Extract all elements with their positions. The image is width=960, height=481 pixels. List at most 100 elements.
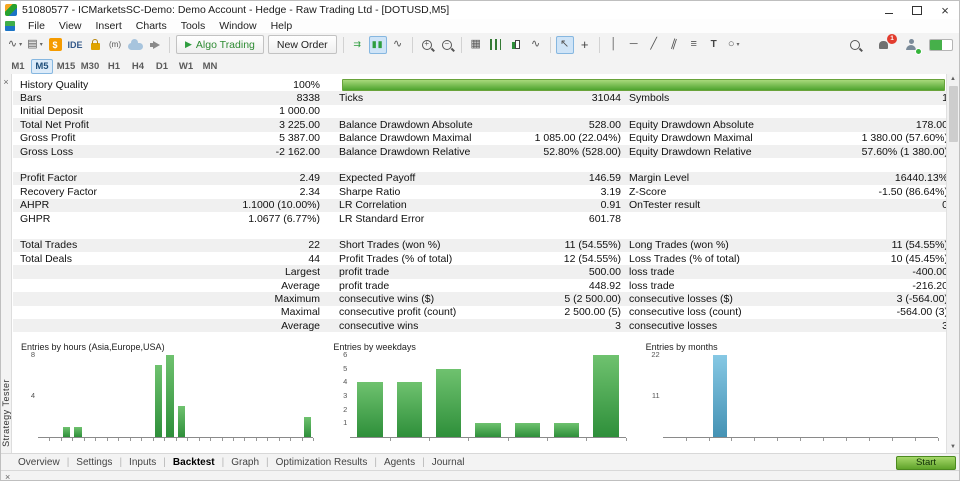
timeframe-m30[interactable]: M30	[79, 59, 101, 74]
menu-charts[interactable]: Charts	[129, 20, 174, 32]
chart-mode-dropdown[interactable]: ∿ ▾	[6, 36, 24, 54]
minus-glyph: −	[444, 38, 449, 48]
toolbox-close-icon[interactable]: ×	[5, 472, 10, 480]
tab-settings[interactable]: Settings	[69, 457, 119, 468]
stat-label: profit trade	[339, 266, 390, 279]
candlestick-button[interactable]	[507, 36, 525, 54]
stat-value: -400.00	[912, 266, 946, 279]
x-axis-tick	[129, 438, 131, 441]
x-axis-tick	[95, 438, 97, 441]
menu-help[interactable]: Help	[264, 20, 300, 32]
chart-bar	[475, 423, 501, 437]
zoom-out-button[interactable]: −	[438, 36, 456, 54]
chart-bar	[166, 355, 174, 437]
timeframe-h1[interactable]: H1	[103, 59, 125, 74]
timeframe-mn[interactable]: MN	[199, 59, 221, 74]
stat-value: 1 380.00 (57.60%)	[861, 132, 946, 145]
text-tool-button[interactable]: T	[705, 36, 723, 54]
tab-overview[interactable]: Overview	[11, 457, 67, 468]
algo-trading-button[interactable]: ▶ Algo Trading	[176, 35, 264, 54]
vertical-line-button[interactable]: │	[605, 36, 623, 54]
start-button[interactable]: Start	[896, 455, 956, 470]
scroll-up-icon[interactable]: ▲	[950, 74, 956, 85]
stat-value: 2.49	[299, 172, 320, 185]
line-studies-button[interactable]: ∿	[389, 36, 407, 54]
tester-tabs: Overview | Settings | Inputs | Backtest | Graph |…	[1, 457, 472, 468]
cloud-button[interactable]	[126, 36, 144, 54]
close-button[interactable]: ×	[931, 1, 959, 19]
tile-windows-button[interactable]: ▦	[467, 36, 485, 54]
notifications-button[interactable]: 1	[874, 33, 897, 54]
menu-view[interactable]: View	[52, 20, 89, 32]
channel-button[interactable]: ∥	[665, 36, 683, 54]
megaphone-icon	[150, 40, 160, 49]
timeframe-m15[interactable]: M15	[55, 59, 77, 74]
crosshair-button[interactable]: +	[576, 36, 594, 54]
stat-label: Total Deals	[20, 252, 72, 265]
timeframe-m1[interactable]: M1	[7, 59, 29, 74]
chart-profile-dropdown[interactable]: ▤ ▾	[26, 36, 44, 54]
chart-bar	[554, 423, 580, 437]
backtest-content: History Quality 100% Bars 8338 Ticks 31044 Sym…	[13, 74, 946, 453]
new-order-button[interactable]: New Order	[267, 35, 337, 54]
panel-close-icon[interactable]: ×	[3, 77, 8, 87]
news-button[interactable]	[146, 36, 164, 54]
chart-window-icon[interactable]	[5, 21, 15, 31]
chart-bar	[154, 365, 163, 437]
stat-label: Sharpe Ratio	[339, 185, 401, 198]
indicator-windows-button[interactable]: ▮▮	[368, 35, 387, 54]
stats-row: Recovery Factor 2.34 Sharpe Ratio 3.19 Z-Sco…	[13, 185, 946, 198]
stat-value: 11 (54.55%)	[891, 239, 946, 252]
stat-value: 12 (54.55%)	[563, 252, 621, 265]
dollar-button[interactable]: $	[46, 36, 64, 54]
vertical-scrollbar[interactable]: ▲ ▼	[946, 74, 959, 453]
timeframe-m5[interactable]: M5	[31, 59, 53, 74]
chart-bar	[514, 423, 540, 437]
x-axis-tick	[586, 438, 588, 441]
stat-value: 2 500.00 (5)	[564, 306, 621, 319]
x-axis-tick	[83, 438, 85, 441]
menu-window[interactable]: Window	[212, 20, 263, 32]
timeframe-d1[interactable]: D1	[151, 59, 173, 74]
tab-inputs[interactable]: Inputs	[122, 457, 163, 468]
zoom-in-button[interactable]: +	[418, 36, 436, 54]
tab-backtest[interactable]: Backtest	[166, 457, 222, 468]
minimize-button[interactable]	[875, 1, 903, 19]
timeframe-w1[interactable]: W1	[175, 59, 197, 74]
stat-label: Balance Drawdown Maximal	[339, 132, 472, 145]
chart-shift-button[interactable]: ⇉	[349, 36, 367, 54]
menu-insert[interactable]: Insert	[89, 20, 129, 32]
ide-button[interactable]: IDE	[66, 36, 84, 54]
tab-agents[interactable]: Agents	[377, 457, 422, 468]
trendline-button[interactable]: ╱	[645, 36, 663, 54]
x-axis-tick	[221, 438, 223, 441]
tab-graph[interactable]: Graph	[224, 457, 266, 468]
line-chart-button[interactable]: ∿	[527, 36, 545, 54]
stat-value: 31044	[591, 92, 621, 105]
pointer-button[interactable]: ↖	[555, 35, 574, 54]
bar-chart-button[interactable]	[487, 36, 505, 54]
search-button[interactable]	[846, 36, 864, 54]
scroll-down-icon[interactable]: ▼	[950, 442, 956, 453]
stat-value: 57.60% (1 380.00)	[861, 145, 946, 158]
account-status-button[interactable]	[902, 36, 922, 55]
chart-title: Entries by weekdays	[333, 342, 416, 352]
y-axis-label: 5	[343, 363, 348, 373]
timeframe-h4[interactable]: H4	[127, 59, 149, 74]
y-axis-label: 2	[343, 404, 348, 414]
tab-optimization-results[interactable]: Optimization Results	[269, 457, 375, 468]
horizontal-line-button[interactable]: ─	[625, 36, 643, 54]
stat-value: 3	[829, 320, 946, 332]
shapes-dropdown[interactable]: ○ ▾	[725, 36, 743, 54]
lock-button[interactable]	[86, 36, 104, 54]
restore-button[interactable]	[903, 1, 931, 19]
fibonacci-button[interactable]: ≡	[685, 36, 703, 54]
online-status-dot	[915, 47, 922, 55]
toolbar-separator	[460, 36, 462, 53]
scrollbar-thumb[interactable]	[948, 86, 958, 142]
metaquotes-button[interactable]: (m)	[106, 36, 124, 54]
menu-tools[interactable]: Tools	[174, 20, 213, 32]
vertical-line-icon: │	[610, 38, 618, 50]
menu-file[interactable]: File	[21, 20, 52, 32]
tab-journal[interactable]: Journal	[425, 457, 472, 468]
